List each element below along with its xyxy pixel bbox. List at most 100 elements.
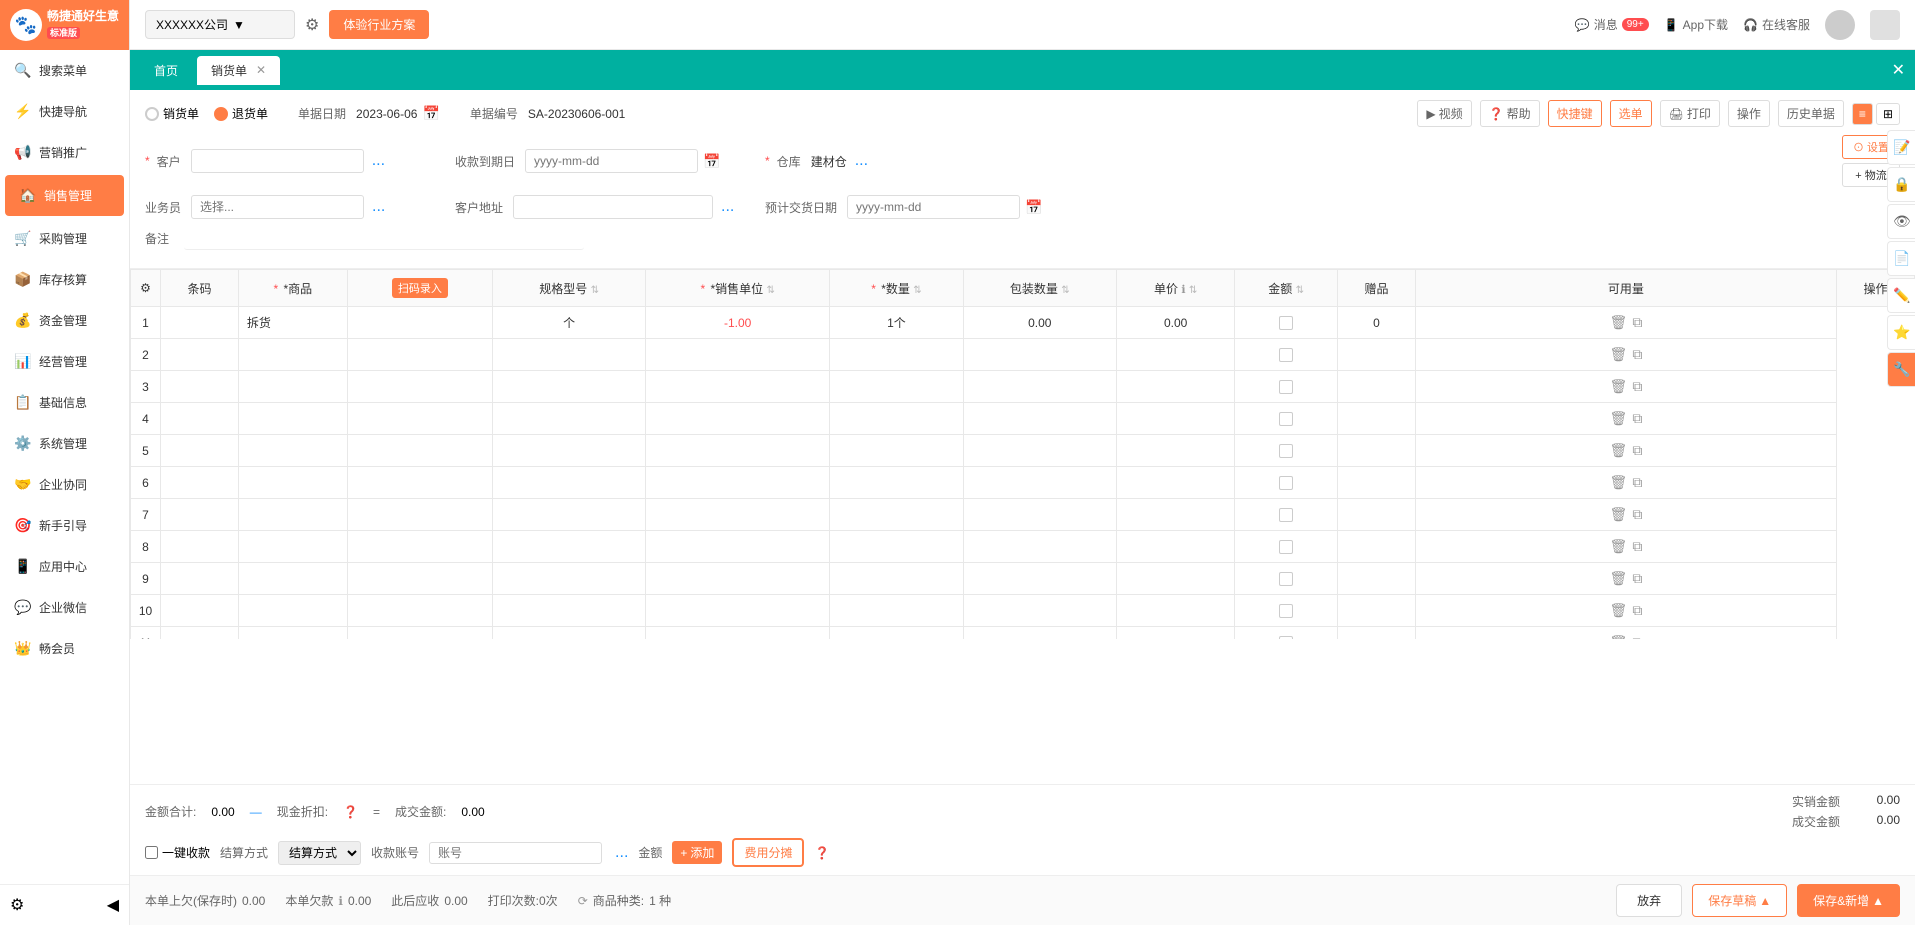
row-spec[interactable] <box>347 531 492 563</box>
row-gift[interactable] <box>1235 595 1338 627</box>
row-product[interactable] <box>238 531 347 563</box>
app-download-btn[interactable]: 📱 App下载 <box>1664 16 1728 33</box>
row-spec[interactable] <box>347 595 492 627</box>
row-gift[interactable] <box>1235 467 1338 499</box>
gift-checkbox[interactable] <box>1279 380 1293 394</box>
row-gift[interactable] <box>1235 499 1338 531</box>
sidebar-item-system[interactable]: ⚙️ 系统管理 <box>0 423 129 464</box>
sidebar-item-purchase[interactable]: 🛒 采购管理 <box>0 218 129 259</box>
online-service-btn[interactable]: 🎧 在线客服 <box>1743 16 1810 33</box>
row-amount[interactable] <box>1116 371 1234 403</box>
customer-input[interactable] <box>191 149 364 173</box>
row-barcode[interactable] <box>161 435 239 467</box>
row-product[interactable] <box>238 627 347 640</box>
row-amount[interactable] <box>1116 435 1234 467</box>
row-amount[interactable] <box>1116 403 1234 435</box>
delete-icon[interactable]: 🗑 <box>1610 474 1628 491</box>
row-barcode[interactable] <box>161 307 239 339</box>
copy-icon[interactable]: ⧉ <box>1632 634 1642 639</box>
copy-icon[interactable]: ⧉ <box>1632 506 1642 523</box>
row-qty[interactable] <box>646 563 830 595</box>
message-btn[interactable]: 💬 消息 99+ <box>1575 16 1649 33</box>
delivery-calendar-icon[interactable]: 📅 <box>1025 199 1042 216</box>
row-barcode[interactable] <box>161 595 239 627</box>
row-price[interactable] <box>963 371 1116 403</box>
row-price[interactable] <box>963 595 1116 627</box>
row-price[interactable] <box>963 563 1116 595</box>
row-unit[interactable] <box>493 499 646 531</box>
delete-icon[interactable]: 🗑 <box>1610 378 1628 395</box>
row-barcode[interactable] <box>161 627 239 640</box>
row-gift[interactable] <box>1235 307 1338 339</box>
row-unit[interactable] <box>493 467 646 499</box>
copy-icon[interactable]: ⧉ <box>1632 442 1642 459</box>
print-btn[interactable]: 🖨 打印 <box>1660 100 1720 127</box>
row-pack-qty[interactable] <box>830 403 964 435</box>
th-settings[interactable]: ⚙ <box>131 270 161 307</box>
row-qty[interactable] <box>646 467 830 499</box>
one-click-cb[interactable] <box>145 846 158 859</box>
grid-view-icon[interactable]: ⊞ <box>1876 103 1900 125</box>
row-unit[interactable] <box>493 595 646 627</box>
delete-icon[interactable]: 🗑 <box>1610 314 1628 331</box>
row-pack-qty[interactable] <box>830 563 964 595</box>
account-more-icon[interactable]: ... <box>615 844 628 862</box>
row-qty[interactable] <box>646 499 830 531</box>
sidebar-item-sales[interactable]: 🏠 销售管理 <box>5 175 124 216</box>
row-barcode[interactable] <box>161 467 239 499</box>
row-product[interactable] <box>238 595 347 627</box>
float-btn-5[interactable]: ✏️ <box>1887 278 1915 313</box>
try-btn[interactable]: 体验行业方案 <box>329 10 429 39</box>
float-btn-6[interactable]: ⭐ <box>1887 315 1915 350</box>
salesperson-input[interactable] <box>191 195 364 219</box>
tab-home[interactable]: 首页 <box>140 56 192 85</box>
row-spec[interactable] <box>347 563 492 595</box>
row-amount[interactable]: 0.00 <box>1116 307 1234 339</box>
settings-icon[interactable]: ⚙ <box>305 15 319 35</box>
row-pack-qty[interactable] <box>830 499 964 531</box>
gift-checkbox[interactable] <box>1279 476 1293 490</box>
gift-checkbox[interactable] <box>1279 348 1293 362</box>
float-btn-7[interactable]: 🔧 <box>1887 352 1915 387</box>
refresh-icon[interactable]: ⟳ <box>578 894 588 908</box>
calc-method-select[interactable]: 结算方式 <box>278 841 361 865</box>
expense-btn[interactable]: 费用分摊 <box>732 838 804 867</box>
notes-input[interactable] <box>184 227 584 250</box>
row-amount[interactable] <box>1116 467 1234 499</box>
copy-icon[interactable]: ⧉ <box>1632 602 1642 619</box>
row-spec[interactable] <box>347 499 492 531</box>
video-btn[interactable]: ▶ 视频 <box>1417 100 1471 127</box>
copy-icon[interactable]: ⧉ <box>1632 346 1642 363</box>
account-input[interactable] <box>429 842 602 864</box>
row-amount[interactable] <box>1116 339 1234 371</box>
row-unit[interactable] <box>493 371 646 403</box>
save-draft-btn[interactable]: 保存草稿 ▲ <box>1692 884 1787 917</box>
float-btn-4[interactable]: 📄 <box>1887 241 1915 276</box>
row-qty[interactable] <box>646 531 830 563</box>
row-product[interactable] <box>238 467 347 499</box>
row-price[interactable]: 0.00 <box>963 307 1116 339</box>
row-qty[interactable] <box>646 403 830 435</box>
gift-checkbox[interactable] <box>1279 444 1293 458</box>
row-gift[interactable] <box>1235 627 1338 640</box>
sidebar-item-quicknav[interactable]: ⚡ 快捷导航 <box>0 91 129 132</box>
gift-checkbox[interactable] <box>1279 636 1293 640</box>
sidebar-item-wechat[interactable]: 💬 企业微信 <box>0 587 129 628</box>
copy-icon[interactable]: ⧉ <box>1632 474 1642 491</box>
calendar-icon[interactable]: 📅 <box>422 105 439 122</box>
row-unit[interactable] <box>493 627 646 640</box>
user-menu-icon[interactable] <box>1870 10 1900 40</box>
row-pack-qty[interactable] <box>830 339 964 371</box>
sidebar-item-member[interactable]: 👑 畅会员 <box>0 628 129 669</box>
copy-icon[interactable]: ⧉ <box>1632 314 1642 331</box>
warehouse-more-icon[interactable]: ... <box>855 152 868 170</box>
abandon-btn[interactable]: 放弃 <box>1616 884 1682 917</box>
row-product[interactable] <box>238 371 347 403</box>
sidebar-item-operations[interactable]: 📊 经营管理 <box>0 341 129 382</box>
row-qty[interactable] <box>646 595 830 627</box>
sidebar-item-guide[interactable]: 🎯 新手引导 <box>0 505 129 546</box>
row-pack-qty[interactable] <box>830 371 964 403</box>
address-input[interactable] <box>513 195 713 219</box>
row-qty[interactable] <box>646 371 830 403</box>
row-product[interactable] <box>238 499 347 531</box>
